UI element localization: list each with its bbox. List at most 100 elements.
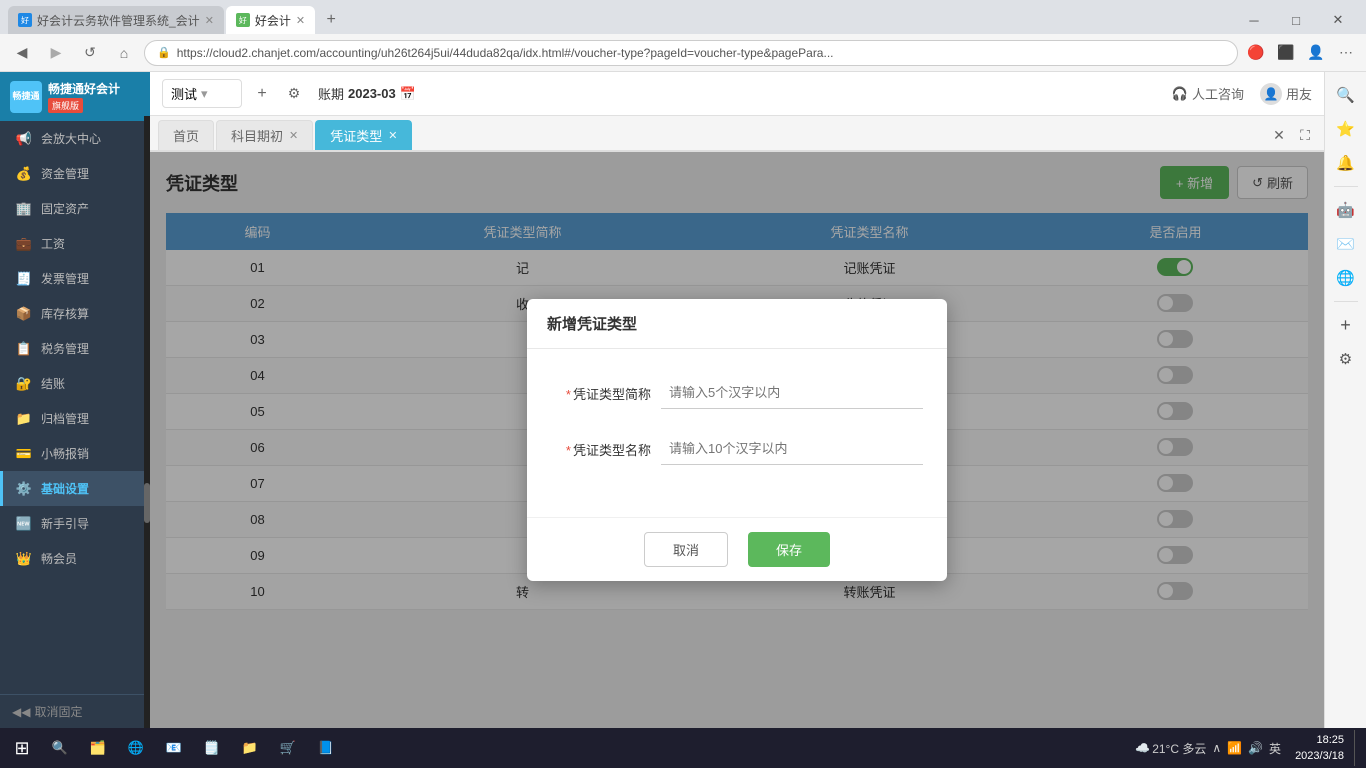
cancel-button[interactable]: 取消 [644,532,728,567]
member-icon: 👑 [15,551,33,567]
right-star-btn[interactable]: ⭐ [1331,114,1361,144]
sidebar-item-inventory[interactable]: 📦 库存核算 [0,296,150,331]
right-notification-btn[interactable]: 🔔 [1331,148,1361,178]
invoice-label: 发票管理 [41,270,89,287]
app-topbar: 测试 ▾ + ⚙ 账期 2023-03 📅 🎧 人工咨询 👤 用友 [150,72,1324,116]
tab-subject-label: 科目期初 [231,126,283,145]
fixed-assets-label: 固定资产 [41,200,89,217]
tab-expand-btn[interactable]: ⛶ [1294,124,1316,146]
tab1-close[interactable]: ✕ [205,14,214,27]
right-search-btn[interactable]: 🔍 [1331,80,1361,110]
tab2-close[interactable]: ✕ [296,14,305,27]
cancel-fixed-btn[interactable]: ◀◀ 取消固定 [0,694,150,728]
taskbar-notepad[interactable]: 🗒️ [194,730,230,766]
clock-display[interactable]: 18:25 2023/3/18 [1287,732,1352,765]
taskbar-multitask[interactable]: 🗂️ [80,730,116,766]
window-close[interactable]: ✕ [1318,6,1358,34]
start-button[interactable]: ⊞ [4,730,40,766]
tab-home[interactable]: 首页 [158,120,214,150]
expand-icon[interactable]: ∧ [1212,741,1221,755]
sidebar-item-invoice[interactable]: 🧾 发票管理 [0,261,150,296]
date-value: 2023/3/18 [1295,748,1344,765]
sidebar-item-member[interactable]: 👑 畅会员 [0,541,150,576]
right-bot-btn[interactable]: 🤖 [1331,195,1361,225]
taskbar-mail[interactable]: 📧 [156,730,192,766]
expense-icon: 💳 [15,446,33,462]
sidebar-item-checkout[interactable]: 🔐 结账 [0,366,150,401]
sidebar-item-capital[interactable]: 💰 资金管理 [0,156,150,191]
address-input[interactable]: 🔒 https://cloud2.chanjet.com/accounting/… [144,40,1238,66]
checkout-label: 结账 [41,375,65,392]
tab-voucher-type-close[interactable]: ✕ [388,129,397,142]
network-icon[interactable]: 📶 [1227,741,1242,755]
sidebar-item-basic[interactable]: ⚙️ 基础设置 [0,471,150,506]
tab-minimize-btn[interactable]: ✕ [1268,124,1290,146]
right-earth-btn[interactable]: 🌐 [1331,263,1361,293]
basic-label: 基础设置 [41,480,89,497]
language-indicator: 英 [1269,740,1281,757]
fullname-input[interactable] [661,433,923,465]
period-display: 账期 2023-03 📅 [318,84,416,103]
refresh-button[interactable]: ↺ [76,39,104,67]
right-settings-btn[interactable]: ⚙ [1331,344,1361,374]
tab-subject[interactable]: 科目期初 ✕ [216,120,313,150]
home-button[interactable]: ⌂ [110,39,138,67]
period-label: 账期 [318,84,344,103]
sidebar-item-fixed-assets[interactable]: 🏢 固定资产 [0,191,150,226]
basic-icon: ⚙️ [15,481,33,497]
new-tab-button[interactable]: + [317,6,345,34]
taskbar-store[interactable]: 🛒 [270,730,306,766]
browser-chrome: 好 好会计云务软件管理系统_会计 ✕ 好 好会计 ✕ + ─ □ ✕ [0,0,1366,34]
sidebar-item-expense[interactable]: 💳 小畅报销 [0,436,150,471]
sidebar-item-salary[interactable]: 💼 工资 [0,226,150,261]
tax-icon: 📋 [15,341,33,357]
fixed-assets-icon: 🏢 [15,201,33,217]
taskbar-search[interactable]: 🔍 [42,730,78,766]
show-desktop-btn[interactable] [1354,730,1362,766]
more-options-icon[interactable]: ⋯ [1334,41,1358,65]
taskbar-edge[interactable]: 🌐 [118,730,154,766]
cancel-fixed-icon: ◀◀ [12,705,30,719]
fullname-label: *凭证类型名称 [551,440,661,459]
calendar-icon[interactable]: 📅 [400,86,416,102]
taskbar-teams[interactable]: 📘 [308,730,344,766]
extensions-icon[interactable]: ⬛ [1274,41,1298,65]
user-avatar: 👤 [1260,83,1282,105]
taskbar-files[interactable]: 📁 [232,730,268,766]
bookmark-icon[interactable]: 🔴 [1244,41,1268,65]
tab2-title: 好会计 [255,12,291,29]
window-maximize[interactable]: □ [1276,6,1316,34]
volume-icon[interactable]: 🔊 [1248,741,1263,755]
company-selector[interactable]: 测试 ▾ [162,79,242,108]
user-button[interactable]: 👤 用友 [1260,83,1312,105]
address-url: https://cloud2.chanjet.com/accounting/uh… [177,46,1225,60]
tab1-favicon: 好 [18,13,32,27]
window-minimize[interactable]: ─ [1234,6,1274,34]
right-add-btn[interactable]: + [1331,310,1361,340]
sidebar-item-guide[interactable]: 🆕 新手引导 [0,506,150,541]
forward-button[interactable]: ▶ [42,39,70,67]
sidebar: 畅捷通 畅捷通好会计 旗舰版 📢 会放大中心 💰 资金管理 🏢 固定资产 💼 工… [0,72,150,728]
right-divider2 [1334,301,1358,302]
sidebar-item-tax[interactable]: 📋 税务管理 [0,331,150,366]
save-button[interactable]: 保存 [748,532,830,567]
service-button[interactable]: 🎧 人工咨询 [1172,84,1244,103]
tab-subject-close[interactable]: ✕ [289,129,298,142]
back-button[interactable]: ◀ [8,39,36,67]
right-email-btn[interactable]: ✉️ [1331,229,1361,259]
browser-tab-inactive[interactable]: 好 好会计云务软件管理系统_会计 ✕ [8,6,224,34]
modal-dialog: 新增凭证类型 *凭证类型简称 *凭证类型名称 [527,299,947,581]
notice-icon: 📢 [15,131,33,147]
expense-label: 小畅报销 [41,445,89,462]
shortname-input[interactable] [661,377,923,409]
tab-voucher-type[interactable]: 凭证类型 ✕ [315,120,412,150]
tab1-title: 好会计云务软件管理系统_会计 [37,12,200,29]
sidebar-item-notice[interactable]: 📢 会放大中心 [0,121,150,156]
settings-button[interactable]: ⚙ [282,82,306,106]
add-company-button[interactable]: + [250,82,274,106]
modal-footer: 取消 保存 [527,517,947,581]
user-profile-icon[interactable]: 👤 [1304,41,1328,65]
browser-tab-active[interactable]: 好 好会计 ✕ [226,6,315,34]
sidebar-item-archive[interactable]: 📁 归档管理 [0,401,150,436]
checkout-icon: 🔐 [15,376,33,392]
